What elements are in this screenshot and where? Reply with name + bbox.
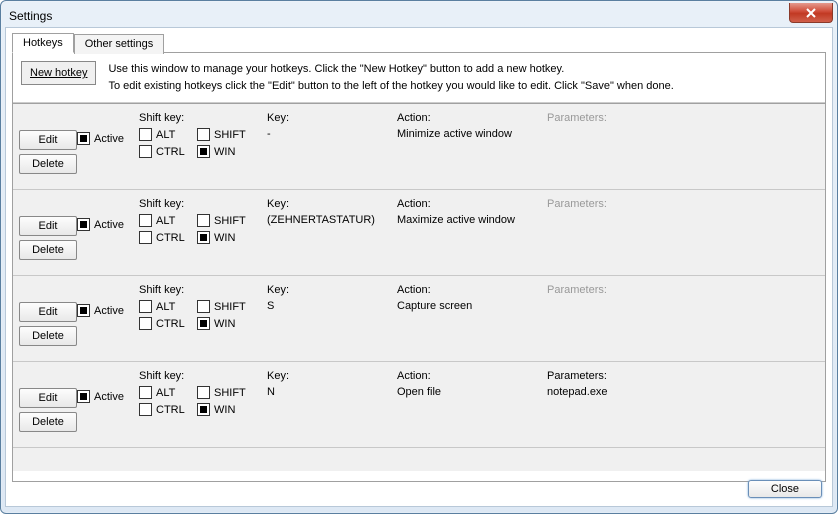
- action-header: Action:: [397, 112, 547, 124]
- key-header: Key:: [267, 112, 397, 124]
- ctrl-label: CTRL: [156, 232, 185, 244]
- instructions-text: Use this window to manage your hotkeys. …: [108, 61, 673, 94]
- win-label: WIN: [214, 318, 235, 330]
- action-value: Capture screen: [397, 300, 547, 312]
- tab-other-settings[interactable]: Other settings: [74, 34, 164, 54]
- parameters-header: Parameters:: [547, 198, 707, 210]
- alt-checkbox[interactable]: [139, 300, 152, 313]
- win-label: WIN: [214, 404, 235, 416]
- client-area: Hotkeys Other settings New hotkey Use th…: [5, 27, 833, 507]
- delete-button[interactable]: Delete: [19, 412, 77, 432]
- tab-hotkeys[interactable]: Hotkeys: [12, 33, 74, 53]
- key-value: N: [267, 386, 397, 398]
- hotkey-row: Edit Delete Active Shift key: ALT SHIFT …: [13, 104, 825, 190]
- shift-checkbox[interactable]: [197, 386, 210, 399]
- active-checkbox[interactable]: [77, 304, 90, 317]
- active-checkbox[interactable]: [77, 132, 90, 145]
- win-label: WIN: [214, 146, 235, 158]
- win-checkbox[interactable]: [197, 231, 210, 244]
- key-value: (ZEHNERTASTATUR): [267, 214, 397, 226]
- alt-checkbox[interactable]: [139, 386, 152, 399]
- alt-label: ALT: [156, 215, 175, 227]
- titlebar: Settings: [5, 5, 833, 27]
- key-header: Key:: [267, 370, 397, 382]
- alt-label: ALT: [156, 301, 175, 313]
- shiftkey-header: Shift key:: [139, 284, 267, 296]
- shiftkey-header: Shift key:: [139, 370, 267, 382]
- instruction-line-1: Use this window to manage your hotkeys. …: [108, 61, 673, 78]
- active-label: Active: [94, 305, 124, 317]
- key-value: S: [267, 300, 397, 312]
- parameters-value: notepad.exe: [547, 386, 707, 398]
- edit-button[interactable]: Edit: [19, 216, 77, 236]
- win-checkbox[interactable]: [197, 145, 210, 158]
- alt-checkbox[interactable]: [139, 128, 152, 141]
- key-header: Key:: [267, 198, 397, 210]
- dialog-footer: Close: [748, 480, 822, 498]
- active-label: Active: [94, 133, 124, 145]
- ctrl-label: CTRL: [156, 146, 185, 158]
- close-icon: [806, 8, 816, 18]
- active-checkbox[interactable]: [77, 218, 90, 231]
- hotkey-list[interactable]: Edit Delete Active Shift key: ALT SHIFT …: [13, 103, 825, 471]
- parameters-header: Parameters:: [547, 370, 707, 382]
- delete-button[interactable]: Delete: [19, 240, 77, 260]
- settings-window: Settings Hotkeys Other settings New hotk…: [0, 0, 838, 514]
- shift-checkbox[interactable]: [197, 128, 210, 141]
- active-label: Active: [94, 391, 124, 403]
- win-checkbox[interactable]: [197, 403, 210, 416]
- action-header: Action:: [397, 284, 547, 296]
- shiftkey-header: Shift key:: [139, 198, 267, 210]
- win-checkbox[interactable]: [197, 317, 210, 330]
- window-close-button[interactable]: [789, 3, 833, 23]
- action-header: Action:: [397, 370, 547, 382]
- tab-panel-hotkeys: New hotkey Use this window to manage you…: [12, 52, 826, 482]
- edit-button[interactable]: Edit: [19, 302, 77, 322]
- edit-button[interactable]: Edit: [19, 388, 77, 408]
- action-value: Open file: [397, 386, 547, 398]
- ctrl-label: CTRL: [156, 404, 185, 416]
- shift-label: SHIFT: [214, 215, 246, 227]
- close-button[interactable]: Close: [748, 480, 822, 498]
- ctrl-checkbox[interactable]: [139, 231, 152, 244]
- ctrl-label: CTRL: [156, 318, 185, 330]
- instruction-line-2: To edit existing hotkeys click the "Edit…: [108, 78, 673, 95]
- header-section: New hotkey Use this window to manage you…: [13, 53, 825, 103]
- delete-button[interactable]: Delete: [19, 326, 77, 346]
- key-value: -: [267, 128, 397, 140]
- shift-label: SHIFT: [214, 129, 246, 141]
- ctrl-checkbox[interactable]: [139, 403, 152, 416]
- parameters-header: Parameters:: [547, 112, 707, 124]
- shiftkey-header: Shift key:: [139, 112, 267, 124]
- shift-checkbox[interactable]: [197, 214, 210, 227]
- alt-label: ALT: [156, 387, 175, 399]
- active-label: Active: [94, 219, 124, 231]
- shift-label: SHIFT: [214, 301, 246, 313]
- delete-button[interactable]: Delete: [19, 154, 77, 174]
- hotkey-row: Edit Delete Active Shift key: ALT SHIFT …: [13, 276, 825, 362]
- ctrl-checkbox[interactable]: [139, 317, 152, 330]
- hotkey-row: Edit Delete Active Shift key: ALT SHIFT …: [13, 362, 825, 448]
- alt-checkbox[interactable]: [139, 214, 152, 227]
- ctrl-checkbox[interactable]: [139, 145, 152, 158]
- parameters-header: Parameters:: [547, 284, 707, 296]
- action-value: Minimize active window: [397, 128, 547, 140]
- window-title: Settings: [9, 9, 52, 23]
- alt-label: ALT: [156, 129, 175, 141]
- active-checkbox[interactable]: [77, 390, 90, 403]
- key-header: Key:: [267, 284, 397, 296]
- tab-strip: Hotkeys Other settings: [6, 29, 832, 53]
- shift-checkbox[interactable]: [197, 300, 210, 313]
- new-hotkey-button[interactable]: New hotkey: [21, 61, 96, 85]
- action-header: Action:: [397, 198, 547, 210]
- shift-label: SHIFT: [214, 387, 246, 399]
- action-value: Maximize active window: [397, 214, 547, 226]
- edit-button[interactable]: Edit: [19, 130, 77, 150]
- win-label: WIN: [214, 232, 235, 244]
- hotkey-row: Edit Delete Active Shift key: ALT SHIFT …: [13, 190, 825, 276]
